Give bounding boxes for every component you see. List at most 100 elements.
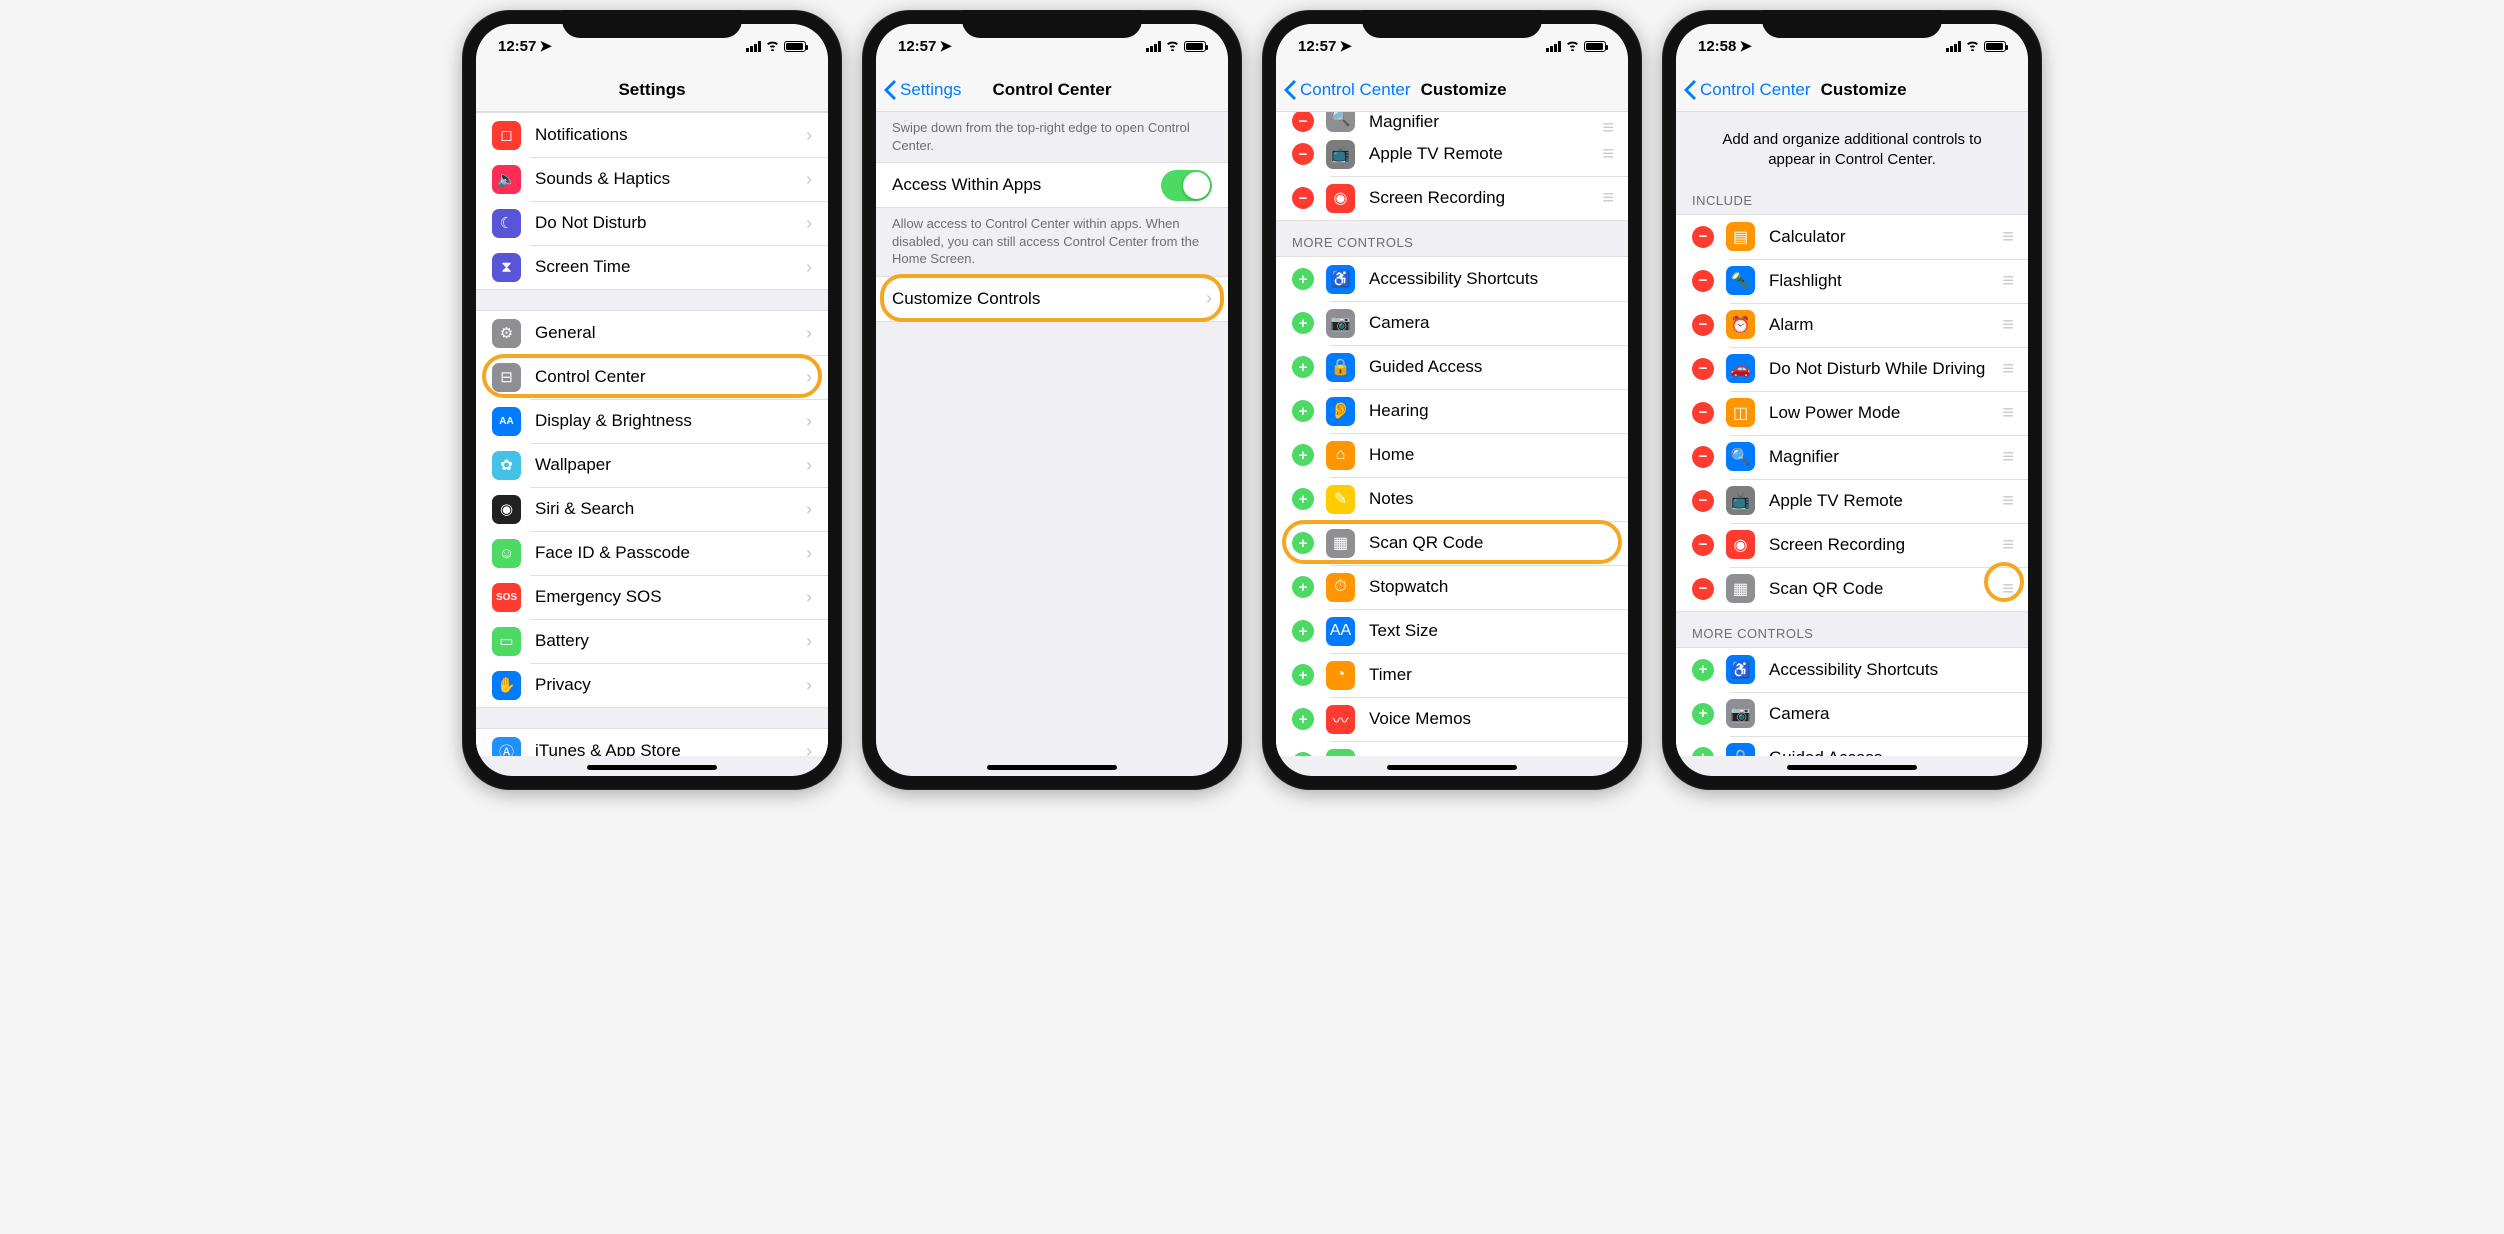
back-button[interactable]: Settings [876,80,969,100]
add-button[interactable]: + [1292,752,1314,756]
remove-button[interactable]: − [1692,402,1714,424]
home-indicator[interactable] [987,765,1117,770]
more-row[interactable]: + 🔒 Guided Access [1276,345,1628,389]
access-within-apps-row[interactable]: Access Within Apps [876,163,1228,207]
access-toggle[interactable] [1161,170,1212,201]
include-row-partial[interactable]: − 🔍 Magnifier ≡ [1276,112,1628,132]
add-button[interactable]: + [1292,576,1314,598]
settings-content[interactable]: ◻ Notifications › 🔈 Sounds & Haptics › ☾… [476,112,828,756]
home-indicator[interactable] [1387,765,1517,770]
add-button[interactable]: + [1692,747,1714,757]
drag-handle-icon[interactable]: ≡ [2002,365,2012,373]
add-button[interactable]: + [1292,532,1314,554]
more-row[interactable]: + ✎ Notes [1276,477,1628,521]
include-row[interactable]: − ▤ Calculator ≡ [1676,215,2028,259]
cellular-icon [1146,41,1161,52]
settings-row[interactable]: ◻ Notifications › [476,113,828,157]
add-button[interactable]: + [1292,708,1314,730]
drag-handle-icon[interactable]: ≡ [2002,497,2012,505]
customize-content[interactable]: − 🔍 Magnifier ≡ − 📺 Apple TV Remote ≡ − … [1276,112,1628,756]
location-icon: ➤ [939,37,952,55]
remove-button[interactable]: − [1692,446,1714,468]
settings-row[interactable]: ✿ Wallpaper › [476,443,828,487]
lowbatt-icon: ◫ [1726,398,1755,427]
more-row[interactable]: + ▦ Scan QR Code [1276,521,1628,565]
settings-row[interactable]: Ⓐ iTunes & App Store › [476,729,828,756]
add-button[interactable]: + [1292,620,1314,642]
add-button[interactable]: + [1292,444,1314,466]
more-row[interactable]: + 📷 Camera [1676,692,2028,736]
drag-handle-icon[interactable]: ≡ [2002,585,2012,593]
settings-row[interactable]: ⊟ Control Center › [476,355,828,399]
home-indicator[interactable] [587,765,717,770]
drag-handle-icon[interactable]: ≡ [1602,194,1612,202]
add-button[interactable]: + [1292,664,1314,686]
more-row[interactable]: + 〰 Voice Memos [1276,697,1628,741]
drag-handle-icon[interactable]: ≡ [2002,277,2012,285]
back-button[interactable]: Control Center [1276,80,1419,100]
settings-row[interactable]: SOS Emergency SOS › [476,575,828,619]
drag-handle-icon[interactable]: ≡ [2002,409,2012,417]
add-button[interactable]: + [1292,312,1314,334]
remove-button[interactable]: − [1692,490,1714,512]
include-row[interactable]: − ◫ Low Power Mode ≡ [1676,391,2028,435]
remove-button[interactable]: − [1692,534,1714,556]
wifi-icon [1565,38,1580,55]
settings-row[interactable]: ✋ Privacy › [476,663,828,707]
include-row[interactable]: − 📺 Apple TV Remote ≡ [1676,479,2028,523]
drag-handle-icon[interactable]: ≡ [1602,124,1612,132]
settings-row[interactable]: AA Display & Brightness › [476,399,828,443]
remove-button[interactable]: − [1292,112,1314,132]
add-button[interactable]: + [1292,356,1314,378]
settings-row[interactable]: ⚙ General › [476,311,828,355]
settings-row[interactable]: 🔈 Sounds & Haptics › [476,157,828,201]
remove-button[interactable]: − [1692,578,1714,600]
settings-row[interactable]: ☾ Do Not Disturb › [476,201,828,245]
settings-row[interactable]: ◉ Siri & Search › [476,487,828,531]
remove-button[interactable]: − [1692,226,1714,248]
include-row[interactable]: − 📺 Apple TV Remote ≡ [1276,132,1628,176]
include-row[interactable]: − 🚗 Do Not Disturb While Driving ≡ [1676,347,2028,391]
drag-handle-icon[interactable]: ≡ [2002,453,2012,461]
drag-handle-icon[interactable]: ≡ [2002,321,2012,329]
home-indicator[interactable] [1787,765,1917,770]
remove-button[interactable]: − [1292,187,1314,209]
more-row[interactable]: + ⌂ Home [1276,433,1628,477]
add-button[interactable]: + [1292,268,1314,290]
add-button[interactable]: + [1692,659,1714,681]
more-row[interactable]: + ⏱ Stopwatch [1276,565,1628,609]
row-label: Flashlight [1769,271,2002,291]
remove-button[interactable]: − [1292,143,1314,165]
add-button[interactable]: + [1692,703,1714,725]
remove-button[interactable]: − [1692,314,1714,336]
settings-row[interactable]: ▭ Battery › [476,619,828,663]
remove-button[interactable]: − [1692,358,1714,380]
include-row[interactable]: − ▦ Scan QR Code ≡ [1676,567,2028,611]
drag-handle-icon[interactable]: ≡ [2002,541,2012,549]
more-row[interactable]: + 👂 Hearing [1276,389,1628,433]
include-row[interactable]: − ⏰ Alarm ≡ [1676,303,2028,347]
camera-icon: 📷 [1326,309,1355,338]
add-button[interactable]: + [1292,488,1314,510]
include-row[interactable]: − ◉ Screen Recording ≡ [1276,176,1628,220]
more-row[interactable]: + ◔ Timer [1276,653,1628,697]
more-row[interactable]: + AA Text Size [1276,609,1628,653]
settings-row[interactable]: ⧗ Screen Time › [476,245,828,289]
remove-button[interactable]: − [1692,270,1714,292]
more-row[interactable]: + 🔒 Guided Access [1676,736,2028,757]
include-row[interactable]: − ◉ Screen Recording ≡ [1676,523,2028,567]
more-row[interactable]: + 📷 Camera [1276,301,1628,345]
drag-handle-icon[interactable]: ≡ [1602,150,1612,158]
more-row[interactable]: + ♿ Accessibility Shortcuts [1676,648,2028,692]
customize-controls-row[interactable]: Customize Controls › [876,277,1228,321]
add-button[interactable]: + [1292,400,1314,422]
more-row[interactable]: + ▬ Wallet [1276,741,1628,756]
settings-row[interactable]: ☺ Face ID & Passcode › [476,531,828,575]
include-row[interactable]: − 🔦 Flashlight ≡ [1676,259,2028,303]
lock-icon: 🔒 [1326,353,1355,382]
customize-content[interactable]: Add and organize additional controls to … [1676,112,2028,756]
back-button[interactable]: Control Center [1676,80,1819,100]
more-row[interactable]: + ♿ Accessibility Shortcuts [1276,257,1628,301]
include-row[interactable]: − 🔍 Magnifier ≡ [1676,435,2028,479]
drag-handle-icon[interactable]: ≡ [2002,233,2012,241]
